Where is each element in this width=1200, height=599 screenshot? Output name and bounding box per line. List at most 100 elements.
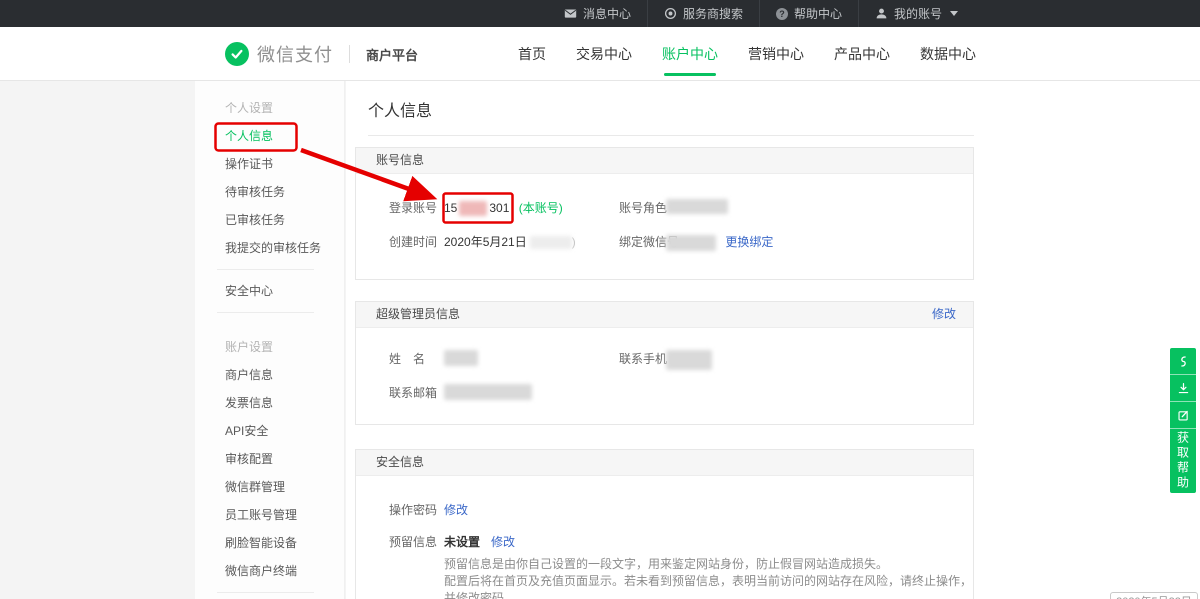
- title-divider: [368, 135, 974, 136]
- message-center-label: 消息中心: [583, 5, 631, 22]
- contact-email-label: 联系邮箱: [389, 384, 437, 401]
- date-box: 2020年5月22日: [1110, 592, 1198, 599]
- sidebar-item-merchant-info[interactable]: 商户信息: [225, 361, 344, 389]
- reserved-info-status: 未设置: [444, 533, 480, 550]
- sidebar-item-reviewed-tasks[interactable]: 已审核任务: [225, 206, 344, 234]
- nav-home[interactable]: 首页: [518, 27, 546, 81]
- nav-account-center[interactable]: 账户中心: [662, 27, 718, 81]
- reserved-info-modify: 修改: [491, 533, 515, 550]
- message-center-menu[interactable]: 消息中心: [548, 0, 647, 27]
- nav-transaction-center[interactable]: 交易中心: [576, 27, 632, 81]
- sidebar-divider: [217, 269, 314, 270]
- redacted-account-role: [666, 199, 728, 214]
- sidebar-item-staff-account-management[interactable]: 员工账号管理: [225, 501, 344, 529]
- nav-marketing-center[interactable]: 营销中心: [748, 27, 804, 81]
- sidebar-item-wechat-merchant-terminal[interactable]: 微信商户终端: [225, 557, 344, 585]
- redacted-name: [444, 350, 478, 366]
- user-icon: [875, 7, 888, 20]
- sidebar-divider: [217, 312, 314, 313]
- redacted-created-time: [530, 236, 572, 249]
- sidebar-item-personal-info[interactable]: 个人信息: [225, 122, 344, 150]
- help-center-menu[interactable]: ? 帮助中心: [759, 0, 858, 27]
- my-account-menu[interactable]: 我的账号: [858, 0, 974, 27]
- contact-email-value: [444, 384, 532, 400]
- nav-product-center[interactable]: 产品中心: [834, 27, 890, 81]
- sidebar-item-my-submitted-review-tasks[interactable]: 我提交的审核任务: [225, 234, 344, 262]
- contact-phone-value: [666, 350, 712, 370]
- sidebar-section-account-settings: 账户设置: [225, 333, 344, 361]
- my-account-label: 我的账号: [894, 5, 942, 22]
- service-provider-search-label: 服务商搜索: [683, 5, 743, 22]
- desc-line-1: 预留信息是由你自己设置的一段文字，用来鉴定网站身份，防止假冒网站造成损失。: [444, 556, 973, 573]
- created-date: 2020年5月21日: [444, 235, 527, 249]
- created-time-label: 创建时间: [389, 233, 437, 250]
- sidebar-item-invoice-info[interactable]: 发票信息: [225, 389, 344, 417]
- sidebar-spacer: [225, 320, 344, 333]
- operation-password-value: 修改: [444, 501, 468, 518]
- operation-password-label: 操作密码: [389, 501, 437, 518]
- modify-reserved-link[interactable]: 修改: [491, 535, 515, 549]
- contact-phone-label: 联系手机: [619, 350, 667, 367]
- brand-block[interactable]: 微信支付 商户平台: [225, 27, 418, 81]
- this-account-tag: (本账号): [519, 201, 563, 215]
- floating-help-widget: 获取帮助: [1170, 348, 1196, 493]
- primary-nav: 首页 交易中心 账户中心 营销中心 产品中心 数据中心: [518, 27, 976, 81]
- reserved-info-label: 预留信息: [389, 533, 437, 550]
- bound-wechat-value: 更换绑定: [666, 233, 773, 251]
- redacted-wechat-id: [666, 235, 716, 251]
- nav-data-center[interactable]: 数据中心: [920, 27, 976, 81]
- desc-line-2: 配置后将在首页及充值页面显示。若未看到预留信息，表明当前访问的网站存在风险，请终…: [444, 573, 973, 599]
- account-info-header: 账号信息: [356, 148, 973, 174]
- super-admin-section: 超级管理员信息 修改 姓 名 联系手机 联系邮箱: [355, 301, 974, 425]
- wechat-pay-merchant-page: 消息中心 服务商搜索 ? 帮助中心 我的账号 微信支付 商户平: [0, 0, 1200, 599]
- account-role-label: 账号角色: [619, 199, 667, 216]
- help-center-label: 帮助中心: [794, 5, 842, 22]
- get-help-button[interactable]: 获取帮助: [1170, 429, 1196, 493]
- sidebar-item-pending-review-tasks[interactable]: 待审核任务: [225, 178, 344, 206]
- modify-password-link[interactable]: 修改: [444, 503, 468, 517]
- account-role-value: [666, 199, 728, 214]
- sidebar-item-wechat-group-management[interactable]: 微信群管理: [225, 473, 344, 501]
- edit-icon: [1177, 409, 1190, 422]
- brand-divider: [349, 45, 350, 63]
- mail-icon: [564, 7, 577, 20]
- created-paren: ): [572, 235, 576, 249]
- top-utility-bar: 消息中心 服务商搜索 ? 帮助中心 我的账号: [0, 0, 1200, 27]
- modify-admin-link[interactable]: 修改: [932, 302, 956, 327]
- sidebar-item-security-center[interactable]: 安全中心: [225, 277, 344, 305]
- super-admin-header: 超级管理员信息 修改: [356, 302, 973, 328]
- redacted-phone-digits: [459, 201, 487, 216]
- name-value: [444, 350, 478, 366]
- login-account-suffix: 301: [489, 201, 509, 215]
- target-circle-icon: [664, 7, 677, 20]
- login-account-label: 登录账号: [389, 199, 437, 216]
- sidebar-item-operation-certificate[interactable]: 操作证书: [225, 150, 344, 178]
- login-account-prefix: 15: [444, 201, 457, 215]
- link-icon: [1177, 355, 1190, 368]
- redacted-contact-phone: [666, 350, 712, 370]
- sidebar-item-review-config[interactable]: 审核配置: [225, 445, 344, 473]
- security-info-header: 安全信息: [356, 450, 973, 476]
- share-link-button[interactable]: [1170, 348, 1196, 375]
- security-info-section: 安全信息 操作密码 修改 预留信息 未设置 修改 预留信息是由你自己设置的一段文…: [355, 449, 974, 599]
- created-time-value: 2020年5月21日): [444, 233, 576, 250]
- sidebar: 个人设置 个人信息 操作证书 待审核任务 已审核任务 我提交的审核任务 安全中心…: [195, 81, 345, 599]
- wechat-pay-logo-icon: [225, 42, 249, 66]
- super-admin-title: 超级管理员信息: [376, 307, 460, 321]
- rebind-link[interactable]: 更换绑定: [725, 235, 773, 249]
- main-panel: 个人信息 账号信息 登录账号 15 301 (本账号) 账号角色 创建时间 202…: [346, 81, 1200, 599]
- site-header: 微信支付 商户平台 首页 交易中心 账户中心 营销中心 产品中心 数据中心: [0, 27, 1200, 81]
- portal-name: 商户平台: [366, 45, 418, 64]
- sidebar-item-face-smart-device[interactable]: 刷脸智能设备: [225, 529, 344, 557]
- feedback-button[interactable]: [1170, 402, 1196, 429]
- service-provider-search-menu[interactable]: 服务商搜索: [647, 0, 759, 27]
- name-label: 姓 名: [389, 350, 425, 367]
- sidebar-item-api-security[interactable]: API安全: [225, 417, 344, 445]
- chevron-down-icon: [950, 11, 958, 16]
- page-title: 个人信息: [368, 97, 1200, 121]
- sidebar-section-personal-settings: 个人设置: [225, 94, 344, 122]
- account-info-section: 账号信息 登录账号 15 301 (本账号) 账号角色 创建时间 2020年5月2…: [355, 147, 974, 280]
- download-button[interactable]: [1170, 375, 1196, 402]
- content-area: 个人设置 个人信息 操作证书 待审核任务 已审核任务 我提交的审核任务 安全中心…: [0, 81, 1200, 599]
- download-icon: [1177, 382, 1190, 395]
